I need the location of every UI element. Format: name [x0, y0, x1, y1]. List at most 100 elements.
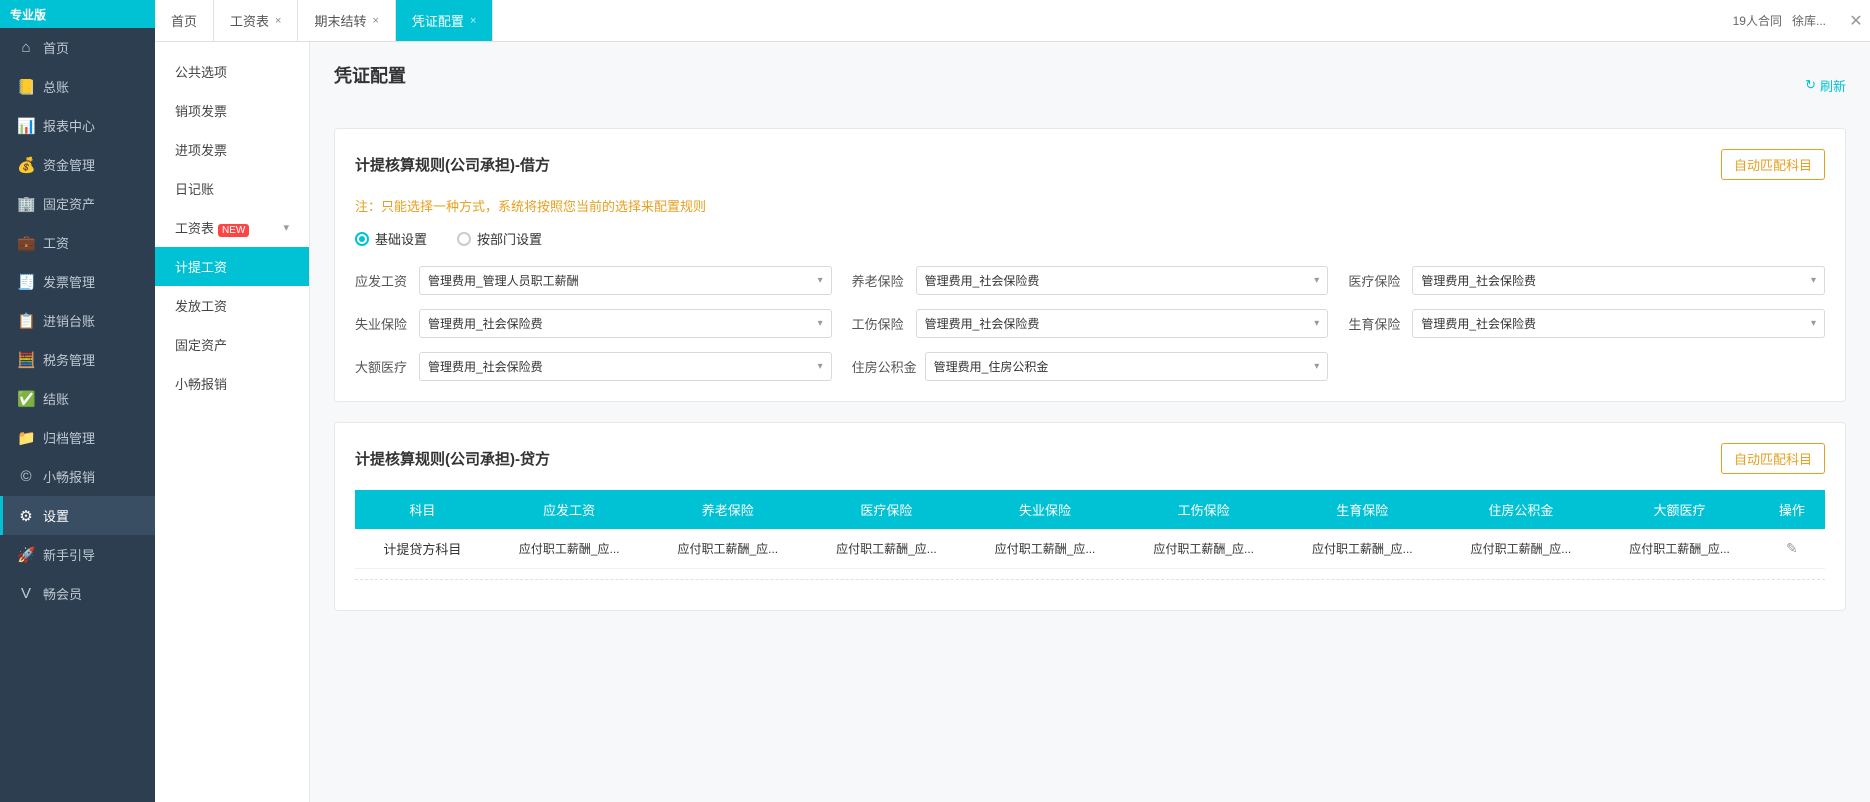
credit-table: 科目应发工资养老保险医疗保险失业保险工伤保险生育保险住房公积金大额医疗操作 计提…: [355, 490, 1825, 569]
department-setting-radio[interactable]: 按部门设置: [457, 229, 542, 248]
credit-auto-match-button[interactable]: 自动匹配科目: [1721, 443, 1825, 474]
sidebar-item-xiaochang-report[interactable]: © 小畅报销: [0, 457, 155, 496]
credit-row-val-0-7[interactable]: 应付职工薪酬_应...: [1600, 529, 1759, 569]
left-nav-item-small-report[interactable]: 小畅报销: [155, 364, 309, 403]
left-nav-item-journal[interactable]: 日记账: [155, 169, 309, 208]
sidebar-label-home: 首页: [43, 38, 69, 57]
sidebar-label-tax-management: 税务管理: [43, 350, 95, 369]
sidebar-item-home[interactable]: ⌂ 首页: [0, 28, 155, 67]
debit-radio-group: 基础设置 按部门设置: [355, 229, 1825, 248]
main-area: 首页工资表×期末结转×凭证配置× 19人合同 徐库... ✕ 公共选项销项发票进…: [155, 0, 1870, 802]
tab-voucher-config[interactable]: 凭证配置 ×: [396, 0, 493, 41]
credit-table-header-3: 医疗保险: [807, 490, 966, 529]
credit-row-val-0-5[interactable]: 应付职工薪酬_应...: [1283, 529, 1442, 569]
sidebar-item-general-ledger[interactable]: 📒 总账: [0, 67, 155, 106]
chevron-down-icon-6: ▾: [818, 361, 823, 372]
debit-field-select-6[interactable]: 管理费用_社会保险费 ▾: [419, 352, 832, 381]
left-nav-item-public-options[interactable]: 公共选项: [155, 52, 309, 91]
edit-icon-0[interactable]: ✎: [1786, 540, 1798, 556]
debit-field-label-5: 生育保险: [1348, 314, 1404, 333]
sidebar-label-settings: 设置: [43, 506, 69, 525]
credit-section-header: 计提核算规则(公司承担)-贷方 自动匹配科目: [355, 443, 1825, 474]
left-nav-item-payroll-table[interactable]: 工资表NEW▾: [155, 208, 309, 247]
sidebar-icon-vip: V: [17, 585, 35, 602]
credit-row-val-0-6[interactable]: 应付职工薪酬_应...: [1442, 529, 1601, 569]
sidebar-label-report-center: 报表中心: [43, 116, 95, 135]
sidebar-item-fixed-assets[interactable]: 🏢 固定资产: [0, 184, 155, 223]
sidebar-item-purchase-sales[interactable]: 📋 进销台账: [0, 301, 155, 340]
debit-field-select-4[interactable]: 管理费用_社会保险费 ▾: [916, 309, 1329, 338]
sidebar-item-vip[interactable]: V 畅会员: [0, 574, 155, 613]
tab-home[interactable]: 首页: [155, 0, 214, 41]
sidebar-item-invoice-management[interactable]: 🧾 发票管理: [0, 262, 155, 301]
debit-field-select-3[interactable]: 管理费用_社会保险费 ▾: [419, 309, 832, 338]
debit-field-select-0[interactable]: 管理费用_管理人员职工薪酬 ▾: [419, 266, 832, 295]
left-nav: 公共选项销项发票进项发票日记账工资表NEW▾ 计提工资发放工资固定资产小畅报销: [155, 42, 310, 802]
sidebar-item-tax-management[interactable]: 🧮 税务管理: [0, 340, 155, 379]
credit-row-action-0[interactable]: ✎: [1759, 529, 1825, 569]
debit-field-row-2: 医疗保险 管理费用_社会保险费 ▾: [1348, 266, 1825, 295]
credit-row-val-0-2[interactable]: 应付职工薪酬_应...: [807, 529, 966, 569]
debit-field-label-3: 失业保险: [355, 314, 411, 333]
topbar: 首页工资表×期末结转×凭证配置× 19人合同 徐库... ✕: [155, 0, 1870, 42]
left-nav-label-entry-invoice: 进项发票: [175, 140, 227, 159]
basic-setting-radio[interactable]: 基础设置: [355, 229, 427, 248]
credit-row-val-0-4[interactable]: 应付职工薪酬_应...: [1124, 529, 1283, 569]
new-badge-payroll-table: NEW: [218, 224, 249, 237]
tab-label-voucher-config: 凭证配置: [412, 11, 464, 30]
credit-row-val-0-1[interactable]: 应付职工薪酬_应...: [648, 529, 807, 569]
tab-period-end[interactable]: 期末结转×: [298, 0, 395, 41]
debit-field-value-3: 管理费用_社会保险费: [428, 315, 543, 332]
credit-table-header-4: 失业保险: [966, 490, 1125, 529]
debit-field-label-2: 医疗保险: [1348, 271, 1404, 290]
left-nav-item-calc-salary[interactable]: 计提工资: [155, 247, 309, 286]
chevron-down-icon-0: ▾: [818, 275, 823, 286]
debit-field-row-3: 失业保险 管理费用_社会保险费 ▾: [355, 309, 832, 338]
sidebar-label-fund-management: 资金管理: [43, 155, 95, 174]
sidebar-item-settings[interactable]: ⚙ 设置: [0, 496, 155, 535]
sidebar-item-settlement[interactable]: ✅ 结账: [0, 379, 155, 418]
refresh-icon: ↻: [1805, 77, 1816, 93]
debit-field-select-5[interactable]: 管理费用_社会保险费 ▾: [1412, 309, 1825, 338]
close-button[interactable]: ✕: [1842, 7, 1870, 35]
debit-field-row-7: 住房公积金 管理费用_住房公积金 ▾: [852, 352, 1329, 381]
credit-section-title: 计提核算规则(公司承担)-贷方: [355, 448, 550, 469]
debit-field-row-6: 大额医疗 管理费用_社会保险费 ▾: [355, 352, 832, 381]
left-nav-item-fixed-assets[interactable]: 固定资产: [155, 325, 309, 364]
debit-auto-match-button[interactable]: 自动匹配科目: [1721, 149, 1825, 180]
left-nav-item-entry-invoice[interactable]: 进项发票: [155, 130, 309, 169]
sidebar-item-guide[interactable]: 🚀 新手引导: [0, 535, 155, 574]
sidebar-label-guide: 新手引导: [43, 545, 95, 564]
sidebar-item-archive[interactable]: 📁 归档管理: [0, 418, 155, 457]
tab-close-period-end[interactable]: ×: [372, 15, 378, 27]
debit-field-label-0: 应发工资: [355, 271, 411, 290]
sidebar-item-salary[interactable]: 💼 工资: [0, 223, 155, 262]
tab-label-payroll: 工资表: [230, 11, 269, 30]
tab-close-payroll[interactable]: ×: [275, 15, 281, 27]
tab-payroll[interactable]: 工资表 ×: [214, 0, 298, 41]
sidebar-icon-report-center: 📊: [17, 117, 35, 135]
sidebar-label-general-ledger: 总账: [43, 77, 69, 96]
sidebar-icon-general-ledger: 📒: [17, 78, 35, 96]
sidebar-item-report-center[interactable]: 📊 报表中心: [0, 106, 155, 145]
credit-row-val-0-3[interactable]: 应付职工薪酬_应...: [966, 529, 1125, 569]
chevron-down-icon-2: ▾: [1811, 275, 1816, 286]
table-row: 计提贷方科目应付职工薪酬_应...应付职工薪酬_应...应付职工薪酬_应...应…: [355, 529, 1825, 569]
debit-field-select-2[interactable]: 管理费用_社会保险费 ▾: [1412, 266, 1825, 295]
debit-field-row-4: 工伤保险 管理费用_社会保险费 ▾: [852, 309, 1329, 338]
sidebar-item-fund-management[interactable]: 💰 资金管理: [0, 145, 155, 184]
debit-field-select-1[interactable]: 管理费用_社会保险费 ▾: [916, 266, 1329, 295]
debit-field-row-5: 生育保险 管理费用_社会保险费 ▾: [1348, 309, 1825, 338]
credit-table-header-1: 应发工资: [490, 490, 649, 529]
refresh-button[interactable]: ↻ 刷新: [1805, 76, 1846, 95]
tab-close-voucher-config[interactable]: ×: [470, 15, 476, 27]
chevron-down-icon-3: ▾: [818, 318, 823, 329]
left-nav-item-cancel-invoice[interactable]: 销项发票: [155, 91, 309, 130]
credit-table-header-0: 科目: [355, 490, 490, 529]
left-nav-item-pay-salary[interactable]: 发放工资: [155, 286, 309, 325]
left-nav-label-calc-salary: 计提工资: [175, 257, 227, 276]
page-title: 凭证配置: [334, 62, 406, 88]
credit-row-val-0-0[interactable]: 应付职工薪酬_应...: [490, 529, 649, 569]
debit-field-select-7[interactable]: 管理费用_住房公积金 ▾: [925, 352, 1329, 381]
left-nav-label-pay-salary: 发放工资: [175, 296, 227, 315]
